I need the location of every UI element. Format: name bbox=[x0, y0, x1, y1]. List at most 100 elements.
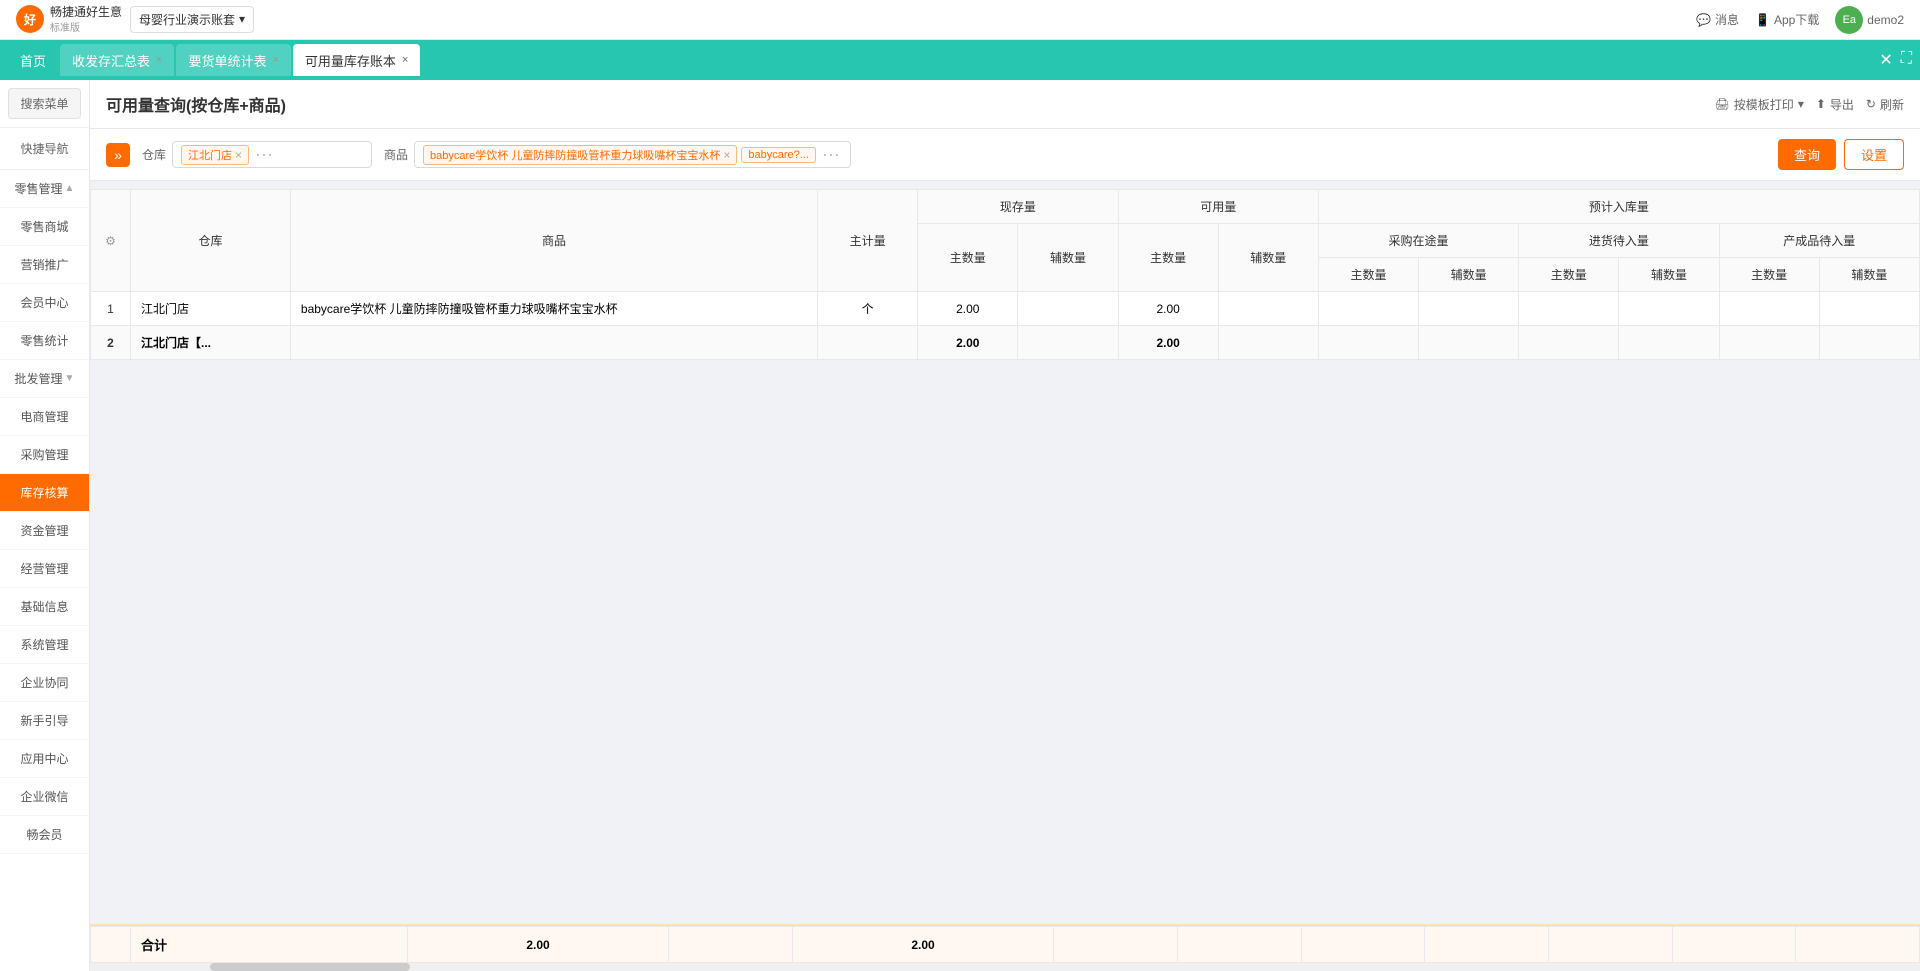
row-available-sub bbox=[1218, 326, 1318, 360]
goods-filter-input[interactable]: babycare学饮杯 儿童防摔防撞吸管杯重力球吸嘴杯宝宝水杯 × babyca… bbox=[414, 141, 851, 168]
search-menu-button[interactable]: 搜索菜单 bbox=[8, 88, 81, 119]
sidebar-item-inventory-check[interactable]: 库存核算 bbox=[0, 474, 89, 512]
available-header: 可用量 bbox=[1118, 190, 1318, 224]
chevron-down-icon: ▾ bbox=[1798, 97, 1804, 111]
quick-nav-button[interactable]: 快捷导航 bbox=[8, 136, 81, 161]
row-product-main bbox=[1719, 326, 1819, 360]
query-button[interactable]: 查询 bbox=[1778, 139, 1836, 170]
close-collection-icon[interactable]: × bbox=[156, 54, 162, 66]
unit-col-header: 主计量 bbox=[818, 190, 918, 292]
sidebar-item-ecommerce[interactable]: 电商管理 bbox=[0, 398, 89, 436]
footer-purchase-main bbox=[1177, 927, 1301, 963]
sidebar-label: 基础信息 bbox=[20, 598, 68, 615]
export-button[interactable]: ⬆ 导出 bbox=[1816, 96, 1854, 113]
footer-transit-main bbox=[1425, 927, 1549, 963]
goods-filter-more-icon[interactable]: ··· bbox=[820, 144, 842, 165]
footer-product-sub bbox=[1796, 927, 1920, 963]
sidebar-item-wholesale[interactable]: 批发管理 ▼ bbox=[0, 360, 89, 398]
row-goods bbox=[290, 326, 817, 360]
sidebar-item-app-center[interactable]: 应用中心 bbox=[0, 740, 89, 778]
header-actions: 🖨 按模板打印 ▾ ⬆ 导出 ↻ 刷新 bbox=[1715, 96, 1904, 113]
goods-col-header: 商品 bbox=[290, 190, 817, 292]
product-sub-header: 辅数量 bbox=[1819, 258, 1919, 292]
fullscreen-icon[interactable]: ⛶ bbox=[1901, 50, 1912, 70]
sidebar-item-system[interactable]: 系统管理 bbox=[0, 626, 89, 664]
sidebar-item-retail-stats[interactable]: 零售统计 bbox=[0, 322, 89, 360]
warehouse-col-header: 仓库 bbox=[131, 190, 291, 292]
sidebar-item-enterprise[interactable]: 企业协同 bbox=[0, 664, 89, 702]
sidebar-item-retail-mall[interactable]: 零售商城 bbox=[0, 208, 89, 246]
remove-warehouse-tag-icon[interactable]: × bbox=[235, 148, 242, 162]
row-product-sub bbox=[1819, 292, 1919, 326]
transit-sub-header: 辅数量 bbox=[1619, 258, 1719, 292]
tab-home[interactable]: 首页 bbox=[8, 44, 58, 76]
warehouse-filter-input[interactable]: 江北门店 × ··· bbox=[172, 141, 372, 168]
row-product-main bbox=[1719, 292, 1819, 326]
sidebar-item-operations[interactable]: 经营管理 bbox=[0, 550, 89, 588]
close-all-tabs-icon[interactable]: ✕ bbox=[1879, 50, 1892, 70]
sidebar-item-basic-info[interactable]: 基础信息 bbox=[0, 588, 89, 626]
sidebar-label: 企业协同 bbox=[20, 674, 68, 691]
sidebar-item-newbie[interactable]: 新手引导 bbox=[0, 702, 89, 740]
row-unit: 个 bbox=[818, 292, 918, 326]
available-main-header: 主数量 bbox=[1118, 224, 1218, 292]
top-bar: 好 畅捷通好生意 标准版 母婴行业演示账套 ▾ 💬 消息 📱 App下载 Ea … bbox=[0, 0, 1920, 40]
scroll-thumb[interactable] bbox=[210, 963, 410, 971]
sidebar-item-member2[interactable]: 畅会员 bbox=[0, 816, 89, 854]
transit-main-header: 主数量 bbox=[1519, 258, 1619, 292]
gear-icon[interactable]: ⚙ bbox=[105, 234, 116, 248]
close-inventory-icon[interactable]: × bbox=[402, 54, 408, 66]
sidebar-item-marketing[interactable]: 营销推广 bbox=[0, 246, 89, 284]
setting-button[interactable]: 设置 bbox=[1844, 139, 1904, 170]
row-product-sub bbox=[1819, 326, 1919, 360]
sidebar-label: 电商管理 bbox=[20, 408, 68, 425]
sidebar-label: 采购管理 bbox=[20, 446, 68, 463]
tab-inventory[interactable]: 可用量库存账本 × bbox=[293, 44, 420, 76]
app-download-button[interactable]: 📱 App下载 bbox=[1755, 11, 1819, 28]
row-available-sub bbox=[1218, 292, 1318, 326]
sidebar-label: 资金管理 bbox=[20, 522, 68, 539]
template-print-button[interactable]: 🖨 按模板打印 ▾ bbox=[1715, 96, 1804, 113]
remove-goods-tag-1-icon[interactable]: × bbox=[723, 148, 730, 162]
refresh-button[interactable]: ↻ 刷新 bbox=[1866, 96, 1904, 113]
footer-transit-sub bbox=[1548, 927, 1672, 963]
tab-order[interactable]: 要货单统计表 × bbox=[176, 44, 290, 76]
sidebar-label: 营销推广 bbox=[20, 256, 68, 273]
table-container[interactable]: ⚙ 仓库 商品 主计量 现存量 bbox=[90, 181, 1920, 924]
message-icon: 💬 bbox=[1696, 13, 1711, 27]
sidebar-item-member[interactable]: 会员中心 bbox=[0, 284, 89, 322]
message-button[interactable]: 💬 消息 bbox=[1696, 11, 1739, 28]
tab-collection-label: 收发存汇总表 bbox=[72, 51, 150, 70]
footer-row: 合计 2.00 2.00 bbox=[91, 927, 1920, 963]
row-purchase-sub bbox=[1419, 326, 1519, 360]
footer-empty-1 bbox=[91, 927, 131, 963]
content-area: 可用量查询(按仓库+商品) 🖨 按模板打印 ▾ ⬆ 导出 ↻ 刷新 » bbox=[90, 80, 1920, 971]
horizontal-scrollbar[interactable] bbox=[90, 963, 1920, 971]
purchase-main-header: 主数量 bbox=[1318, 258, 1418, 292]
sidebar-label: 畅会员 bbox=[26, 826, 62, 843]
footer-purchase-sub bbox=[1301, 927, 1425, 963]
filter-more-icon[interactable]: ··· bbox=[253, 144, 275, 165]
top-bar-right: 💬 消息 📱 App下载 Ea demo2 bbox=[1696, 6, 1904, 34]
row-purchase-main bbox=[1318, 326, 1418, 360]
sidebar-item-retail-mgmt[interactable]: 零售管理 ▲ bbox=[0, 170, 89, 208]
sidebar-label: 库存核算 bbox=[20, 484, 68, 501]
sidebar-item-enterprise-wechat[interactable]: 企业微信 bbox=[0, 778, 89, 816]
row-transit-main bbox=[1519, 326, 1619, 360]
footer-product-main bbox=[1672, 927, 1796, 963]
sidebar-item-finance[interactable]: 资金管理 bbox=[0, 512, 89, 550]
sidebar-item-purchase[interactable]: 采购管理 bbox=[0, 436, 89, 474]
sidebar-label: 零售统计 bbox=[20, 332, 68, 349]
row-available-main: 2.00 bbox=[1118, 326, 1218, 360]
chevron-icon: ▲ bbox=[65, 183, 75, 194]
user-profile[interactable]: Ea demo2 bbox=[1835, 6, 1904, 34]
filter-expand-button[interactable]: » bbox=[106, 143, 130, 167]
table-row: 1 江北门店 babycare学饮杯 儿童防摔防撞吸管杯重力球吸嘴杯宝宝水杯 个… bbox=[91, 292, 1920, 326]
row-current-main: 2.00 bbox=[918, 292, 1018, 326]
available-sub-header: 辅数量 bbox=[1218, 224, 1318, 292]
tab-collection[interactable]: 收发存汇总表 × bbox=[60, 44, 174, 76]
close-order-icon[interactable]: × bbox=[272, 54, 278, 66]
sidebar-label: 系统管理 bbox=[20, 636, 68, 653]
industry-selector[interactable]: 母婴行业演示账套 ▾ bbox=[130, 6, 254, 33]
warehouse-filter-group: 仓库 江北门店 × ··· bbox=[142, 141, 372, 168]
